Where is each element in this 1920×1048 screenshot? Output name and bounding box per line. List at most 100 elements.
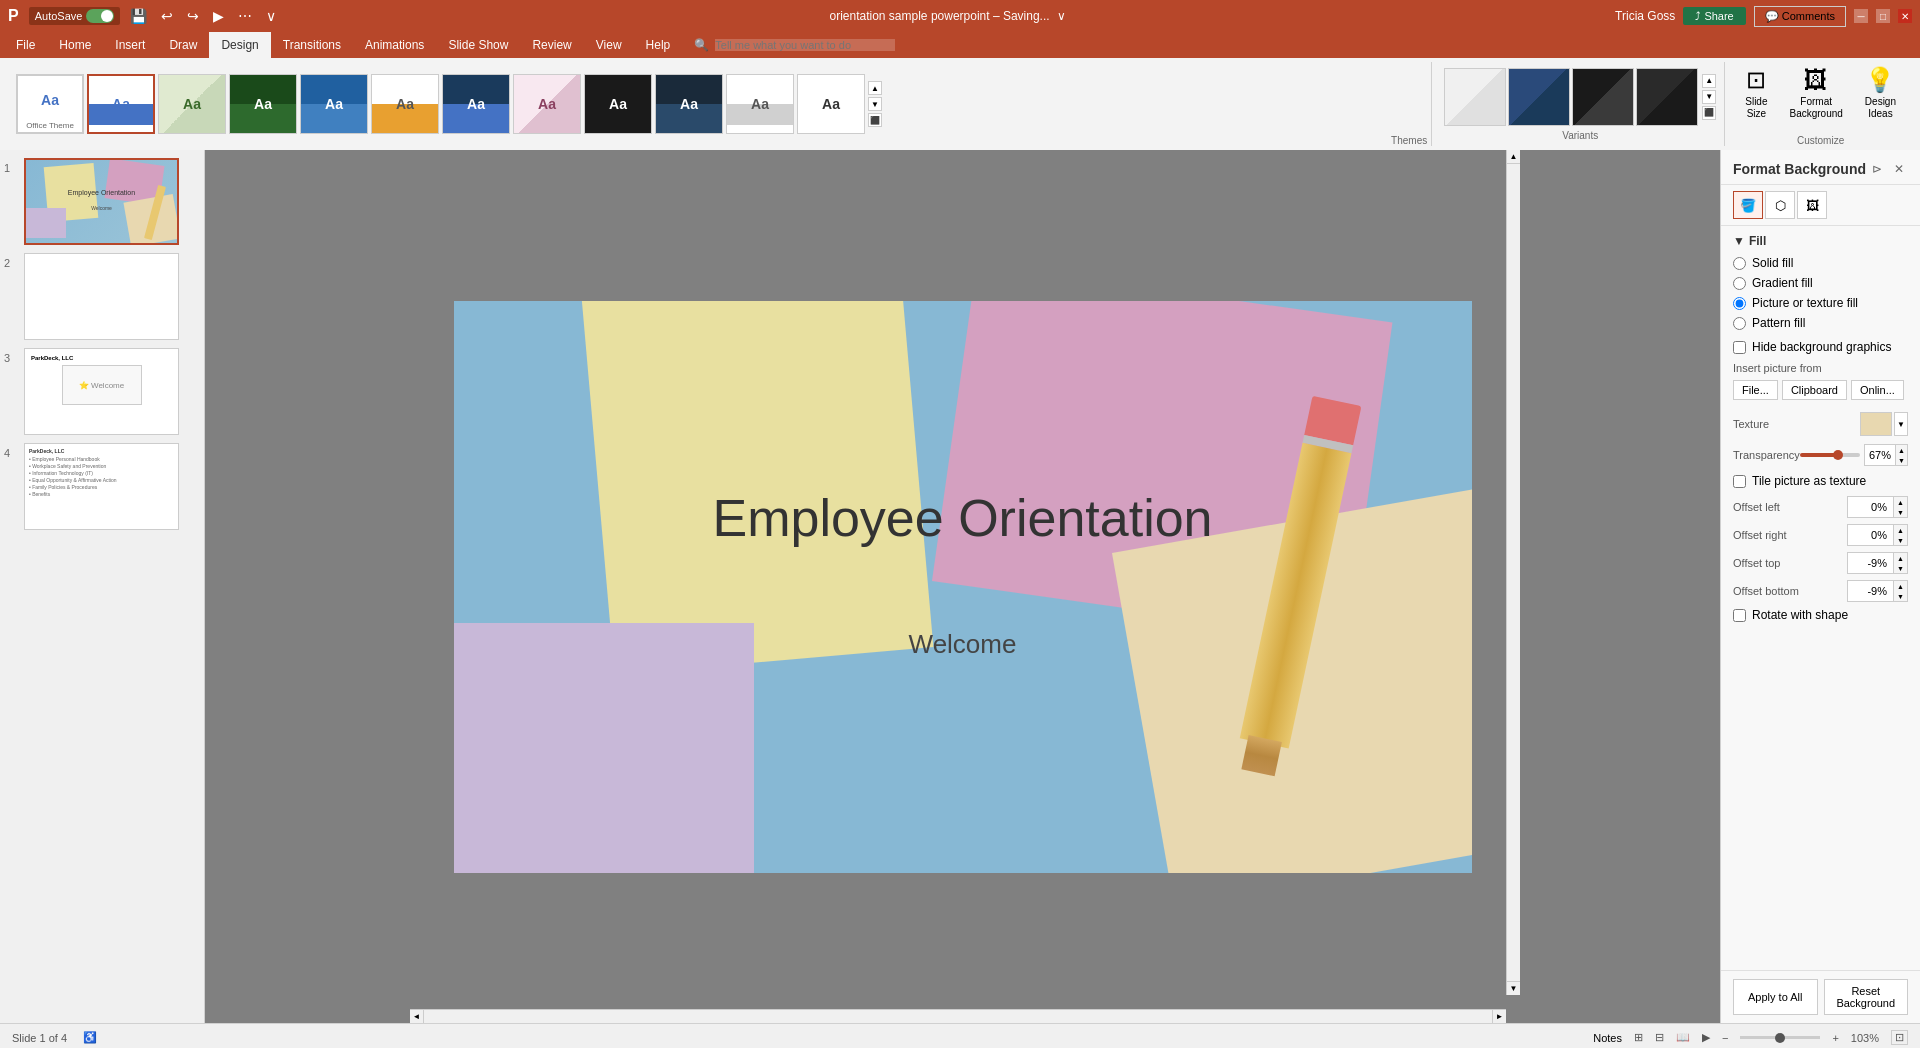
slide-thumb-3[interactable]: 3 ParkDeck, LLC ⭐ Welcome (4, 348, 200, 435)
pattern-fill-option[interactable]: Pattern fill (1733, 316, 1908, 330)
theme-ion[interactable]: Aa (300, 74, 368, 134)
slide-thumbnail-4[interactable]: ParkDeck, LLC • Employee Personal Handbo… (24, 443, 179, 530)
slide-subtitle[interactable]: Welcome (909, 628, 1017, 659)
panel-pin-button[interactable]: ⊳ (1868, 160, 1886, 178)
canvas-scrollbar[interactable]: ▲ ▼ (1506, 150, 1520, 995)
variants-down[interactable]: ▼ (1702, 90, 1716, 104)
gradient-fill-radio[interactable] (1733, 277, 1746, 290)
slide-thumbnail-2[interactable] (24, 253, 179, 340)
slide-title[interactable]: Employee Orientation (712, 488, 1212, 548)
expand-icon[interactable]: ∨ (262, 6, 280, 26)
tab-insert[interactable]: Insert (103, 32, 157, 58)
save-icon[interactable]: 💾 (126, 6, 151, 26)
fill-section-header[interactable]: ▼ Fill (1733, 234, 1908, 248)
slide-thumb-2[interactable]: 2 (4, 253, 200, 340)
notes-button[interactable]: Notes (1593, 1032, 1622, 1044)
transparency-down[interactable]: ▼ (1895, 455, 1907, 465)
variants-more[interactable]: ⬛ (1702, 106, 1716, 120)
present-icon[interactable]: ▶ (209, 6, 228, 26)
offset-right-up[interactable]: ▲ (1893, 525, 1907, 535)
transparency-slider[interactable] (1800, 453, 1860, 457)
variant-1[interactable] (1444, 68, 1506, 126)
insert-online-button[interactable]: Onlin... (1851, 380, 1904, 400)
maximize-button[interactable]: □ (1876, 9, 1890, 23)
gradient-fill-option[interactable]: Gradient fill (1733, 276, 1908, 290)
theme-wisp[interactable]: Aa (513, 74, 581, 134)
picture-icon-button[interactable]: 🖼 (1797, 191, 1827, 219)
tab-help[interactable]: Help (634, 32, 683, 58)
solid-fill-radio[interactable] (1733, 257, 1746, 270)
scroll-up-btn[interactable]: ▲ (1507, 150, 1520, 164)
fill-icon-button[interactable]: 🪣 (1733, 191, 1763, 219)
search-input[interactable] (715, 39, 895, 51)
rotate-with-shape-option[interactable]: Rotate with shape (1733, 608, 1908, 622)
theme-depth[interactable]: Aa (655, 74, 723, 134)
zoom-slider[interactable] (1740, 1036, 1820, 1039)
horizontal-scrollbar[interactable]: ◄ ► (410, 1009, 1506, 1023)
scroll-right-btn[interactable]: ► (1492, 1010, 1506, 1023)
tile-picture-option[interactable]: Tile picture as texture (1733, 474, 1908, 488)
tile-picture-checkbox[interactable] (1733, 475, 1746, 488)
scroll-down-btn[interactable]: ▼ (1507, 981, 1520, 995)
slide-size-button[interactable]: ⊡ SlideSize (1737, 62, 1775, 124)
picture-texture-fill-option[interactable]: Picture or texture fill (1733, 296, 1908, 310)
texture-dropdown[interactable]: ▼ (1894, 412, 1908, 436)
slide-thumbnail-3[interactable]: ParkDeck, LLC ⭐ Welcome (24, 348, 179, 435)
offset-top-up[interactable]: ▲ (1893, 553, 1907, 563)
minimize-button[interactable]: ─ (1854, 9, 1868, 23)
texture-picker[interactable] (1860, 412, 1892, 436)
view-slide-sorter-icon[interactable]: ⊟ (1655, 1031, 1664, 1044)
effects-icon-button[interactable]: ⬡ (1765, 191, 1795, 219)
themes-more[interactable]: ⬛ (868, 113, 882, 127)
slide-thumbnail-1[interactable]: Employee Orientation Welcome (24, 158, 179, 245)
apply-to-all-button[interactable]: Apply to All (1733, 979, 1818, 1015)
themes-down[interactable]: ▼ (868, 97, 882, 111)
theme-office2[interactable]: Aa (87, 74, 155, 134)
tab-design[interactable]: Design (209, 32, 270, 58)
variants-dropdown[interactable]: ▲ ▼ ⬛ (1702, 68, 1716, 126)
theme-office[interactable]: Aa Office Theme (16, 74, 84, 134)
theme-gallery[interactable]: Aa (726, 74, 794, 134)
tab-transitions[interactable]: Transitions (271, 32, 353, 58)
tab-review[interactable]: Review (520, 32, 583, 58)
more-tools-icon[interactable]: ⋯ (234, 6, 256, 26)
view-normal-icon[interactable]: ⊞ (1634, 1031, 1643, 1044)
tab-slideshow[interactable]: Slide Show (436, 32, 520, 58)
theme-badge[interactable]: Aa (584, 74, 652, 134)
fit-slide-icon[interactable]: ⊡ (1891, 1030, 1908, 1045)
tab-draw[interactable]: Draw (157, 32, 209, 58)
rotate-checkbox[interactable] (1733, 609, 1746, 622)
tab-file[interactable]: File (4, 32, 47, 58)
tab-home[interactable]: Home (47, 32, 103, 58)
offset-left-down[interactable]: ▼ (1893, 507, 1907, 517)
reset-background-button[interactable]: Reset Background (1824, 979, 1909, 1015)
autosave-toggle[interactable]: AutoSave (29, 7, 121, 25)
offset-right-down[interactable]: ▼ (1893, 535, 1907, 545)
tab-view[interactable]: View (584, 32, 634, 58)
themes-up[interactable]: ▲ (868, 81, 882, 95)
hide-bg-option[interactable]: Hide background graphics (1733, 340, 1908, 354)
zoom-out-icon[interactable]: − (1722, 1032, 1728, 1044)
undo-icon[interactable]: ↩ (157, 6, 177, 26)
variants-up[interactable]: ▲ (1702, 74, 1716, 88)
view-reading-icon[interactable]: 📖 (1676, 1031, 1690, 1044)
variant-2[interactable] (1508, 68, 1570, 126)
offset-bottom-down[interactable]: ▼ (1893, 591, 1907, 601)
share-button[interactable]: ⤴ Share (1683, 7, 1745, 25)
insert-file-button[interactable]: File... (1733, 380, 1778, 400)
pattern-fill-radio[interactable] (1733, 317, 1746, 330)
hide-bg-checkbox[interactable] (1733, 341, 1746, 354)
zoom-in-icon[interactable]: + (1832, 1032, 1838, 1044)
comments-button[interactable]: 💬 Comments (1754, 6, 1846, 27)
variant-4[interactable] (1636, 68, 1698, 126)
slide-thumb-1[interactable]: 1 Employee Orientation Welcome (4, 158, 200, 245)
format-background-button[interactable]: 🖼 FormatBackground (1781, 62, 1850, 124)
tab-animations[interactable]: Animations (353, 32, 436, 58)
variant-3[interactable] (1572, 68, 1634, 126)
picture-texture-radio[interactable] (1733, 297, 1746, 310)
design-ideas-button[interactable]: 💡 DesignIdeas (1857, 62, 1904, 124)
theme-retrospect[interactable]: Aa (371, 74, 439, 134)
close-button[interactable]: ✕ (1898, 9, 1912, 23)
theme-facet[interactable]: Aa (158, 74, 226, 134)
offset-left-up[interactable]: ▲ (1893, 497, 1907, 507)
